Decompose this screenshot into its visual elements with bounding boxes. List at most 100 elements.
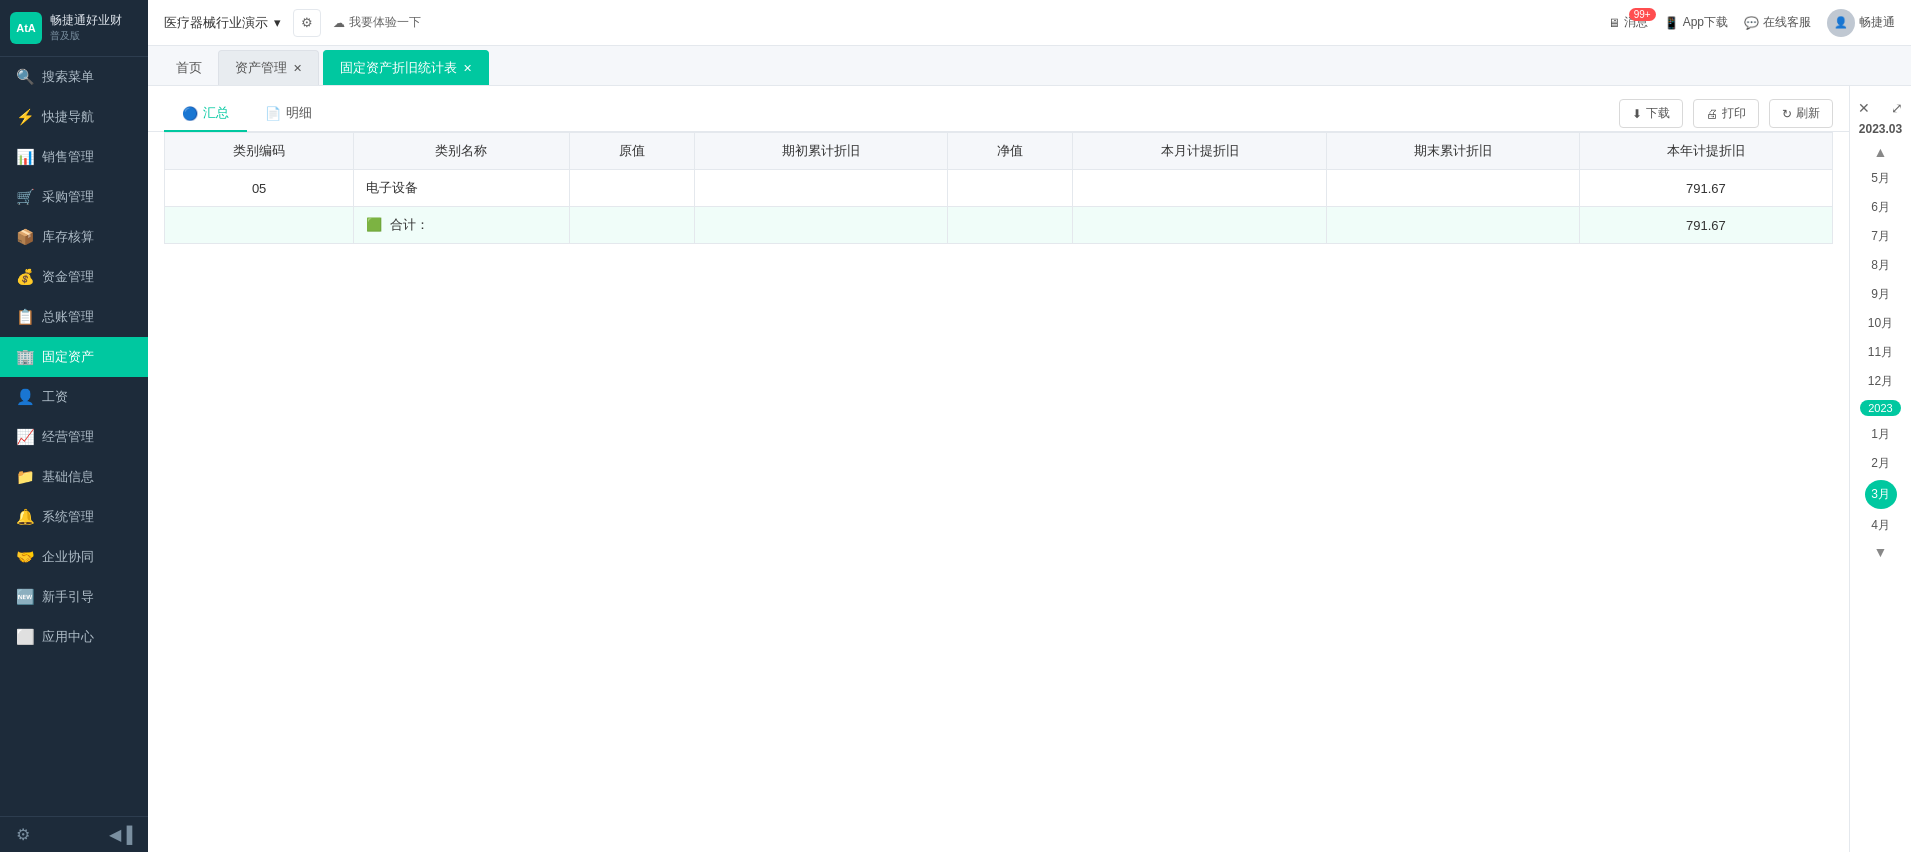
message-button[interactable]: 🖥 消息 99+ bbox=[1608, 14, 1648, 31]
experience-button[interactable]: ☁ 我要体验一下 bbox=[333, 14, 421, 31]
collapse-icon[interactable]: ◀▐ bbox=[109, 825, 132, 844]
sidebar: AtA 畅捷通好业财 普及版 🔍搜索菜单 ⚡ 快捷导航 📊销售管理🛒采购管理📦库存核算… bbox=[0, 0, 148, 852]
message-badge: 99+ bbox=[1629, 8, 1656, 21]
refresh-button[interactable]: ↻ 刷新 bbox=[1769, 99, 1833, 128]
row-code: 05 bbox=[165, 170, 354, 207]
month-10[interactable]: 10月 bbox=[1850, 309, 1911, 338]
search-icon: 🔍 bbox=[16, 68, 34, 86]
month-8[interactable]: 8月 bbox=[1850, 251, 1911, 280]
detail-icon: 📄 bbox=[265, 106, 281, 121]
month-7[interactable]: 7月 bbox=[1850, 222, 1911, 251]
sidebar-item-salary[interactable]: 👤工资 bbox=[0, 377, 148, 417]
sidebar-label-capital: 资金管理 bbox=[42, 268, 94, 286]
sidebar-item-ledger[interactable]: 📋总账管理 bbox=[0, 297, 148, 337]
tab-asset-mgmt[interactable]: 资产管理 ✕ bbox=[218, 50, 319, 85]
row-annual: 791.67 bbox=[1579, 170, 1832, 207]
app-center-icon: ⬜ bbox=[16, 628, 34, 646]
company-selector[interactable]: 医疗器械行业演示 ▾ bbox=[164, 14, 281, 32]
content-area: 🔵 汇总 📄 明细 ⬇ 下载 🖨 打印 bbox=[148, 86, 1911, 852]
col-end-accumulated: 期末累计折旧 bbox=[1326, 133, 1579, 170]
month-6[interactable]: 6月 bbox=[1850, 193, 1911, 222]
download-button[interactable]: ⬇ 下载 bbox=[1619, 99, 1683, 128]
sidebar-item-operations[interactable]: 📈经营管理 bbox=[0, 417, 148, 457]
panel-nav-down[interactable]: ▼ bbox=[1850, 540, 1911, 564]
sidebar-item-enterprise[interactable]: 🤝企业协同 bbox=[0, 537, 148, 577]
salary-icon: 👤 bbox=[16, 388, 34, 406]
settings-icon[interactable]: ⚙ bbox=[16, 825, 30, 844]
sidebar-label-system: 系统管理 bbox=[42, 508, 94, 526]
main-area: 医疗器械行业演示 ▾ ⚙ ☁ 我要体验一下 🖥 消息 99+ 📱 App下载 💬… bbox=[148, 0, 1911, 852]
month-4[interactable]: 4月 bbox=[1850, 511, 1911, 540]
sidebar-label-fixed-assets: 固定资产 bbox=[42, 348, 94, 366]
sidebar-item-quick-nav[interactable]: ⚡ 快捷导航 bbox=[0, 97, 148, 137]
fixed-assets-icon: 🏢 bbox=[16, 348, 34, 366]
sidebar-item-system[interactable]: 🔔 系统管理 bbox=[0, 497, 148, 537]
row-name: 电子设备 bbox=[354, 170, 569, 207]
col-accumulated: 期初累计折旧 bbox=[694, 133, 947, 170]
sidebar-item-search[interactable]: 🔍搜索菜单 bbox=[0, 57, 148, 97]
sidebar-item-basic-info[interactable]: 📁基础信息 bbox=[0, 457, 148, 497]
right-date-panel: ✕ ⤢ 2023.03 ▲ 5月 6月 7月 8月 9月 10月 11月 12月… bbox=[1849, 86, 1911, 852]
settings-button[interactable]: ⚙ bbox=[293, 9, 321, 37]
sidebar-item-app-center[interactable]: ⬜应用中心 bbox=[0, 617, 148, 657]
year-display: 2023.03 bbox=[1850, 118, 1911, 140]
capital-icon: 💰 bbox=[16, 268, 34, 286]
tab-depreciation[interactable]: 固定资产折旧统计表 ✕ bbox=[323, 50, 489, 85]
sidebar-item-fixed-assets[interactable]: 🏢 固定资产 bbox=[0, 337, 148, 377]
panel-expand-button[interactable]: ⤢ bbox=[1891, 100, 1903, 116]
summary-row: 🟩 合计： 791.67 bbox=[165, 207, 1833, 244]
sidebar-item-guide[interactable]: 🆕新手引导 bbox=[0, 577, 148, 617]
gear-icon: ⚙ bbox=[301, 15, 313, 30]
col-original: 原值 bbox=[569, 133, 694, 170]
month-9[interactable]: 9月 bbox=[1850, 280, 1911, 309]
sidebar-item-purchase[interactable]: 🛒采购管理 bbox=[0, 177, 148, 217]
summary-empty bbox=[165, 207, 354, 244]
sub-tab-detail[interactable]: 📄 明细 bbox=[247, 96, 330, 132]
app-download-button[interactable]: 📱 App下载 bbox=[1664, 14, 1728, 31]
toolbar: ⬇ 下载 🖨 打印 ↻ 刷新 bbox=[1619, 99, 1833, 128]
dropdown-icon: ▾ bbox=[274, 15, 281, 30]
sub-tab-summary[interactable]: 🔵 汇总 bbox=[164, 96, 247, 132]
tab-close-depreciation[interactable]: ✕ bbox=[463, 62, 472, 75]
month-2[interactable]: 2月 bbox=[1850, 449, 1911, 478]
tab-home[interactable]: 首页 bbox=[164, 51, 214, 85]
topbar: 医疗器械行业演示 ▾ ⚙ ☁ 我要体验一下 🖥 消息 99+ 📱 App下载 💬… bbox=[148, 0, 1911, 46]
col-name: 类别名称 bbox=[354, 133, 569, 170]
panel-top-row: ✕ ⤢ bbox=[1850, 94, 1911, 118]
sidebar-item-sales[interactable]: 📊销售管理 bbox=[0, 137, 148, 177]
tab-close-asset[interactable]: ✕ bbox=[293, 62, 302, 75]
month-11[interactable]: 11月 bbox=[1850, 338, 1911, 367]
col-net: 净值 bbox=[948, 133, 1073, 170]
print-button[interactable]: 🖨 打印 bbox=[1693, 99, 1759, 128]
app-logo: AtA 畅捷通好业财 普及版 bbox=[0, 0, 148, 57]
enterprise-icon: 🤝 bbox=[16, 548, 34, 566]
row-original bbox=[569, 170, 694, 207]
summary-icon: 🔵 bbox=[182, 106, 198, 121]
month-1[interactable]: 1月 bbox=[1850, 420, 1911, 449]
user-menu[interactable]: 👤 畅捷通 bbox=[1827, 9, 1895, 37]
row-net bbox=[948, 170, 1073, 207]
basic-info-icon: 📁 bbox=[16, 468, 34, 486]
summary-label: 🟩 合计： bbox=[354, 207, 569, 244]
month-3-active[interactable]: 3月 bbox=[1865, 480, 1897, 509]
sub-tabs: 🔵 汇总 📄 明细 ⬇ 下载 🖨 打印 bbox=[148, 86, 1849, 132]
app-name: 畅捷通好业财 bbox=[50, 13, 122, 29]
system-icon: 🔔 bbox=[16, 508, 34, 526]
year-2023-marker: 2023 bbox=[1860, 400, 1900, 416]
sidebar-item-capital[interactable]: 💰 资金管理 bbox=[0, 257, 148, 297]
online-service-button[interactable]: 💬 在线客服 bbox=[1744, 14, 1811, 31]
app-edition: 普及版 bbox=[50, 29, 122, 43]
panel-close-button[interactable]: ✕ bbox=[1858, 100, 1870, 116]
sidebar-item-inventory[interactable]: 📦库存核算 bbox=[0, 217, 148, 257]
table-wrapper: 类别编码 类别名称 原值 期初累计折旧 净值 本月计提折旧 期末累计折旧 本年计… bbox=[148, 132, 1849, 852]
row-accumulated bbox=[694, 170, 947, 207]
col-code: 类别编码 bbox=[165, 133, 354, 170]
quick-nav-icon: ⚡ bbox=[16, 108, 34, 126]
panel-nav-up[interactable]: ▲ bbox=[1850, 140, 1911, 164]
logo-icon: AtA bbox=[10, 12, 42, 44]
month-12[interactable]: 12月 bbox=[1850, 367, 1911, 396]
month-5[interactable]: 5月 bbox=[1850, 164, 1911, 193]
sales-icon: 📊 bbox=[16, 148, 34, 166]
sidebar-label-inventory: 库存核算 bbox=[42, 228, 94, 246]
sidebar-label-quick-nav: 快捷导航 bbox=[42, 108, 94, 126]
